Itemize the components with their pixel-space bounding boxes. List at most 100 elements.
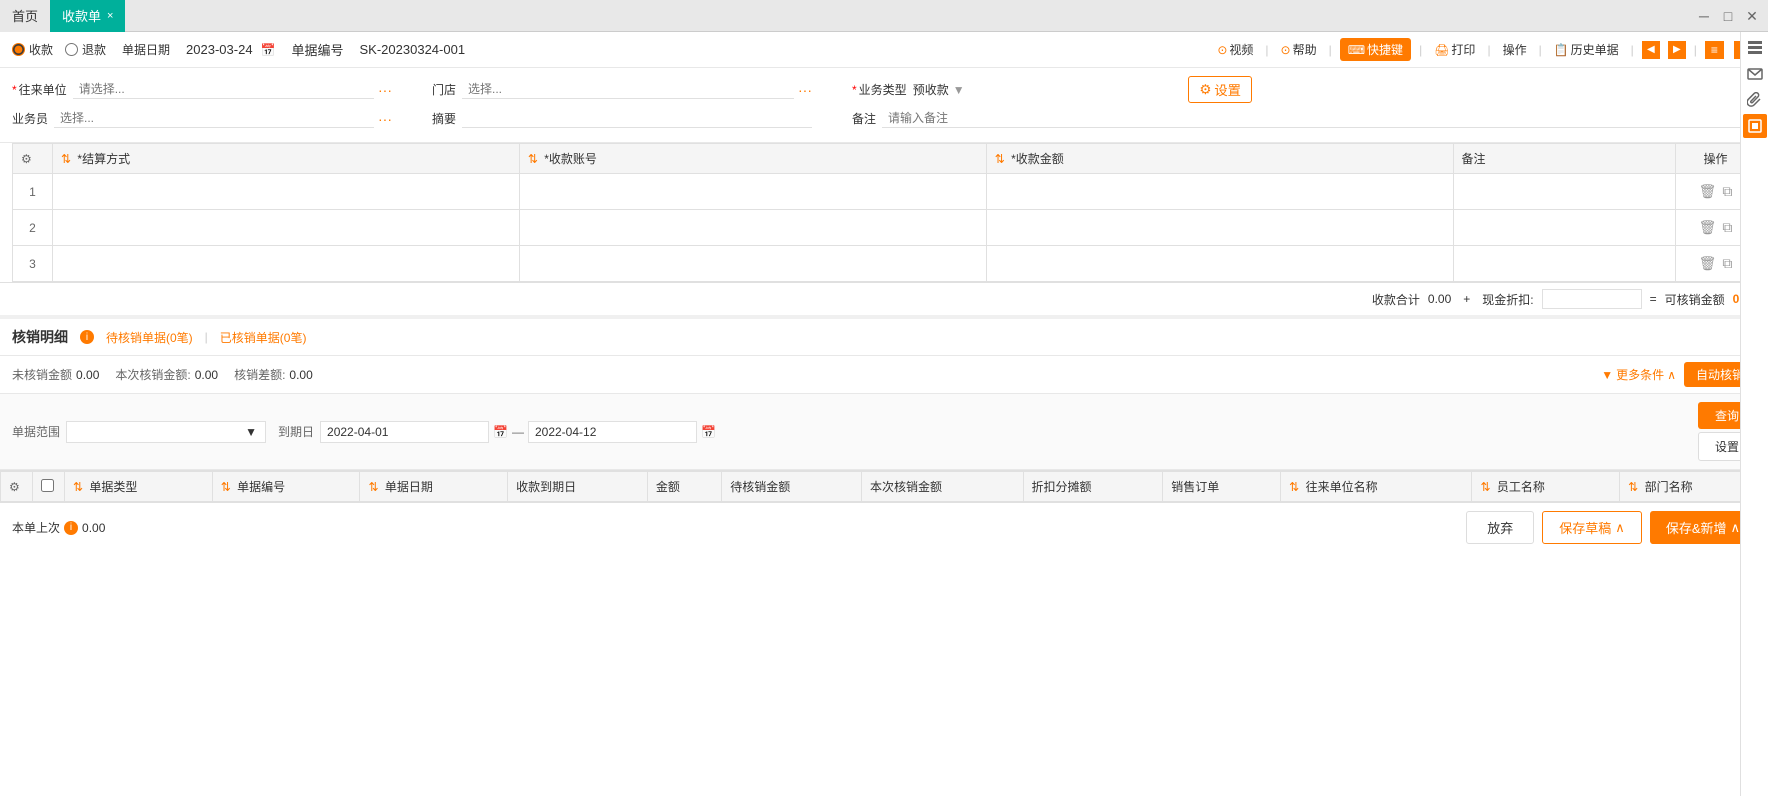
history-button[interactable]: 📋 历史单据 — [1550, 39, 1623, 60]
sidebar-attachment-icon[interactable] — [1743, 88, 1767, 112]
print-icon: 🖨 — [1434, 43, 1449, 57]
diff-stat: 核销差额: 0.00 — [234, 366, 313, 383]
unverified-value: 0.00 — [76, 368, 99, 382]
copy-icon-1[interactable]: ⧉ — [1722, 183, 1732, 200]
video-btn-label: 视频 — [1229, 41, 1253, 58]
counterpart-input[interactable] — [73, 80, 374, 99]
discard-button[interactable]: 放弃 — [1466, 511, 1534, 544]
table-gear-icon[interactable]: ⚙ — [21, 152, 32, 166]
maximize-button[interactable]: □ — [1720, 8, 1736, 24]
date-from-input[interactable] — [320, 421, 489, 443]
video-button[interactable]: ⊙ 视频 — [1213, 39, 1257, 60]
tab-home[interactable]: 首页 — [0, 0, 50, 32]
remark-input[interactable] — [882, 109, 1756, 128]
equals-label: = — [1650, 292, 1657, 306]
docnum-field: 单据编号 SK-20230324-001 — [292, 40, 466, 59]
th-remark: 备注 — [1453, 144, 1675, 174]
amount-cell-3[interactable] — [986, 246, 1453, 282]
biz-type-selector[interactable]: 预收款 ▼ — [913, 81, 965, 98]
range-select[interactable]: ▼ — [66, 421, 266, 443]
amount-cell-1[interactable] — [986, 174, 1453, 210]
sidebar-screenshot-icon[interactable] — [1743, 114, 1767, 138]
close-button[interactable]: ✕ — [1744, 8, 1760, 24]
row-num-1: 1 — [13, 174, 53, 210]
receipt-table: ⚙ ⇅ *结算方式 ⇅ *收款账号 ⇅ *收款金额 备注 — [12, 143, 1756, 282]
delete-icon-2[interactable]: 🗑 — [1699, 219, 1717, 236]
biz-type-dropdown-icon[interactable]: ▼ — [953, 83, 965, 97]
store-more-icon[interactable]: ··· — [798, 82, 812, 98]
account-cell-2[interactable] — [519, 210, 986, 246]
minimize-button[interactable]: ─ — [1696, 8, 1712, 24]
sort-icon: ⇅ — [368, 480, 378, 494]
collapse-icon: ∧ — [1667, 368, 1676, 382]
th-action-label: 操作 — [1703, 152, 1727, 166]
calendar-icon[interactable]: 📅 — [261, 43, 276, 57]
counterpart-label: 往来单位 — [19, 81, 67, 98]
store-input[interactable] — [462, 80, 794, 99]
table-row: 2 🗑 ⧉ — [13, 210, 1756, 246]
select-all-checkbox[interactable] — [41, 479, 54, 492]
range-label: 单据范围 — [12, 423, 60, 440]
verify-tab2[interactable]: 已核销单据(0笔) — [220, 329, 307, 346]
table-header-row: ⚙ ⇅ *结算方式 ⇅ *收款账号 ⇅ *收款金额 备注 — [13, 144, 1756, 174]
remark-cell-2[interactable] — [1453, 210, 1675, 246]
carry-info-icon[interactable]: i — [64, 521, 78, 535]
sidebar-email-icon[interactable] — [1743, 62, 1767, 86]
total-label: 收款合计 — [1372, 291, 1420, 308]
date-to-input[interactable] — [528, 421, 697, 443]
counterpart-more-icon[interactable]: ··· — [378, 82, 392, 98]
shortcut-button[interactable]: ⌨ 快捷键 — [1340, 38, 1411, 61]
date-to-cal-icon[interactable]: 📅 — [701, 425, 716, 439]
discount-input[interactable] — [1542, 289, 1642, 309]
copy-icon-2[interactable]: ⧉ — [1722, 219, 1732, 236]
current-value: 0.00 — [195, 368, 218, 382]
abstract-input[interactable] — [462, 109, 812, 128]
help-icon: ⊙ — [1281, 43, 1291, 57]
range-dropdown-icon: ▼ — [245, 425, 257, 439]
tab-close-icon[interactable]: × — [107, 10, 113, 22]
save-draft-dropdown-icon[interactable]: ∧ — [1615, 520, 1625, 536]
biz-type-value: 预收款 — [913, 81, 949, 98]
carry-label: 本单上次 — [12, 519, 60, 536]
verify-info-icon[interactable]: i — [80, 330, 94, 344]
store-field: 门店 ··· — [432, 80, 812, 99]
salesperson-input[interactable] — [54, 109, 374, 128]
delete-icon-1[interactable]: 🗑 — [1699, 183, 1717, 200]
receipt-label: 收款 — [29, 41, 53, 58]
settle-cell-3[interactable] — [53, 246, 520, 282]
verify-header: 核销明细 i 待核销单据(0笔) | 已核销单据(0笔) — [0, 319, 1768, 356]
refund-radio[interactable]: 退款 — [65, 41, 106, 58]
salesperson-more-icon[interactable]: ··· — [378, 111, 392, 127]
table-row: 1 🗑 ⧉ — [13, 174, 1756, 210]
save-new-dropdown-icon[interactable]: ∧ — [1730, 520, 1740, 536]
amount-cell-2[interactable] — [986, 210, 1453, 246]
settle-cell-1[interactable] — [53, 174, 520, 210]
operation-button[interactable]: 操作 — [1499, 39, 1531, 60]
biz-type-field: * 业务类型 预收款 ▼ ⚙ 设置 — [852, 76, 1252, 103]
help-button[interactable]: ⊙ 帮助 — [1277, 39, 1321, 60]
tab-bar: 首页 收款单 × ─ □ ✕ — [0, 0, 1768, 32]
account-cell-3[interactable] — [519, 246, 986, 282]
account-cell-1[interactable] — [519, 174, 986, 210]
remark-cell-3[interactable] — [1453, 246, 1675, 282]
th-settle: ⇅ *结算方式 — [53, 144, 520, 174]
prev-button[interactable]: ◀ — [1642, 41, 1660, 59]
save-draft-button[interactable]: 保存草稿 ∧ — [1542, 511, 1642, 544]
next-button[interactable]: ▶ — [1668, 41, 1686, 59]
list-view-button[interactable]: ≡ — [1705, 41, 1724, 59]
sidebar-table-icon[interactable] — [1743, 36, 1767, 60]
print-button[interactable]: 🖨 打印 — [1430, 39, 1479, 60]
verify-tab1[interactable]: 待核销单据(0笔) — [106, 329, 193, 346]
tab-receipt[interactable]: 收款单 × — [50, 0, 125, 32]
delete-icon-3[interactable]: 🗑 — [1699, 255, 1717, 272]
more-conditions-button[interactable]: ▼ 更多条件 ∧ — [1601, 366, 1676, 383]
date-from-cal-icon[interactable]: 📅 — [493, 425, 508, 439]
bottom-table-gear-icon[interactable]: ⚙ — [9, 480, 20, 494]
settle-cell-2[interactable] — [53, 210, 520, 246]
receipt-radio[interactable]: 收款 — [12, 41, 53, 58]
result-label: 可核销金额 — [1665, 291, 1725, 308]
settings-button[interactable]: ⚙ 设置 — [1188, 76, 1252, 103]
copy-icon-3[interactable]: ⧉ — [1722, 255, 1732, 272]
remark-cell-1[interactable] — [1453, 174, 1675, 210]
form-row-2: 业务员 ··· 摘要 备注 — [12, 109, 1756, 128]
